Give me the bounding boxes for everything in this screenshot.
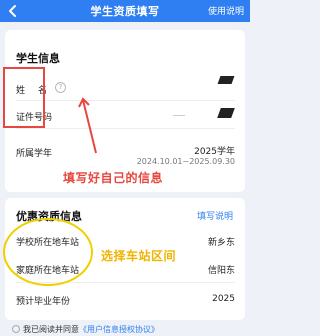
agree-radio[interactable] [12, 325, 20, 333]
annotation-overlay [3, 67, 97, 286]
yellow-highlight-circle [3, 218, 93, 286]
agreement-text: 我已阅读并同意 [23, 325, 79, 334]
red-highlight-box [3, 67, 45, 128]
red-arrow-line [82, 99, 97, 154]
agreement-row: 我已阅读并同意《用户信息授权协议》 [12, 324, 159, 335]
user-agreement-link[interactable]: 《用户信息授权协议》 [79, 325, 159, 334]
